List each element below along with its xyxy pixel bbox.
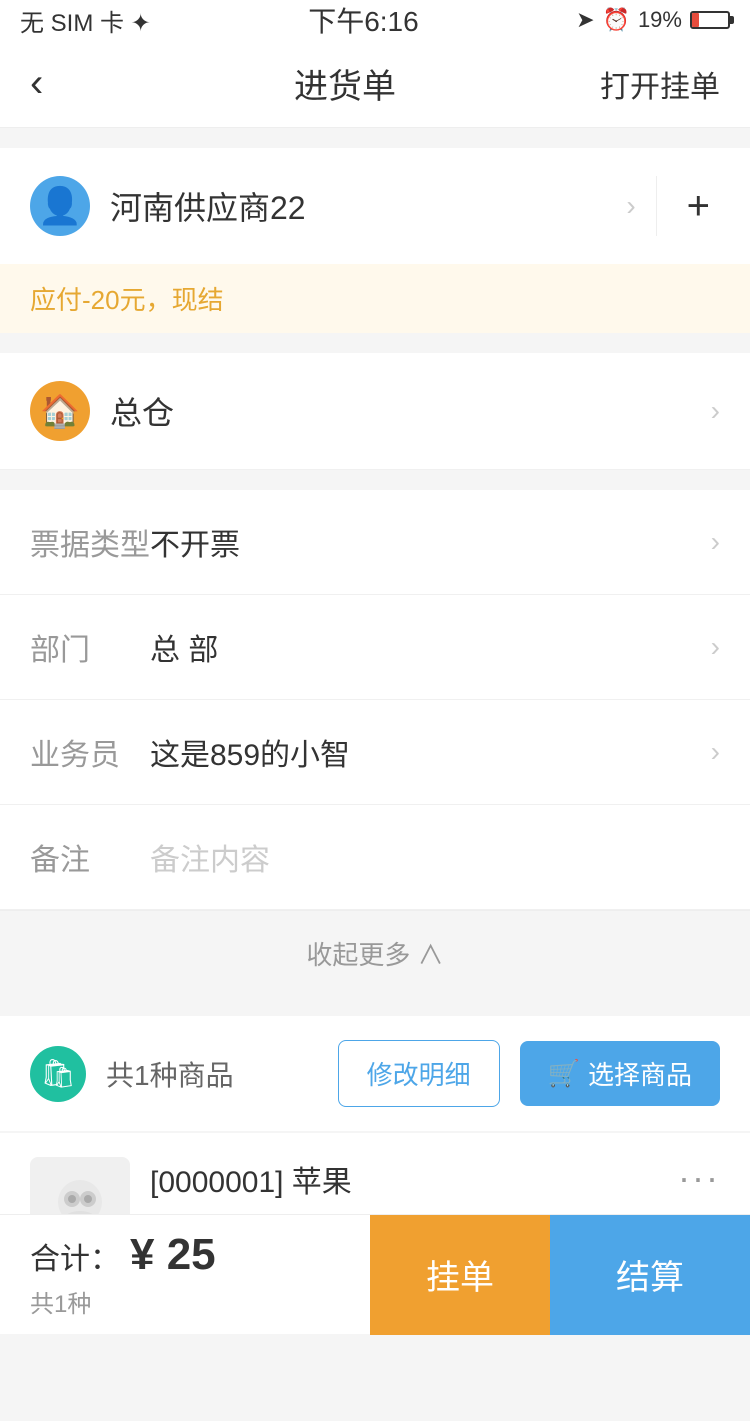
status-left: 无 SIM 卡 ✦: [20, 3, 151, 38]
warehouse-icon: 🏠: [40, 392, 80, 430]
avatar-icon: 👤: [38, 185, 83, 227]
page-title: 进货单: [294, 59, 396, 108]
supplier-row[interactable]: 👤 河南供应商22 › +: [0, 148, 750, 264]
edit-detail-button[interactable]: 修改明细: [338, 1040, 500, 1107]
total-main: 合计： ¥ 25: [30, 1230, 340, 1280]
avatar: 👤: [30, 176, 90, 236]
checkout-button[interactable]: 结算: [550, 1215, 750, 1335]
salesperson-row[interactable]: 业务员 这是859的小智 ›: [0, 700, 750, 805]
product-icon: 🛍: [30, 1046, 86, 1102]
vertical-divider: [656, 176, 657, 236]
total-sub: 共1种: [30, 1284, 340, 1319]
collapse-label: 收起更多 ∧: [306, 935, 443, 972]
select-product-label: 选择商品: [588, 1055, 692, 1092]
department-label: 部门: [30, 625, 150, 669]
supplier-section: 👤 河南供应商22 › + 应付-20元，现结: [0, 148, 750, 333]
warehouse-icon-wrap: 🏠: [30, 381, 90, 441]
notice-bar: 应付-20元，现结: [0, 264, 750, 333]
battery-percent: 19%: [638, 7, 682, 33]
nav-bar: ‹ 进货单 打开挂单: [0, 40, 750, 128]
sim-signal: 无 SIM 卡 ✦: [20, 3, 151, 38]
gap-3: [0, 470, 750, 490]
product-code: [0000001] 苹果: [150, 1166, 352, 1199]
status-time: 下午6:16: [308, 0, 419, 40]
chevron-right-icon: ›: [711, 736, 720, 768]
invoice-type-value: 不开票: [150, 520, 711, 564]
department-row[interactable]: 部门 总 部 ›: [0, 595, 750, 700]
product-name: [0000001] 苹果: [150, 1157, 658, 1201]
collapse-button[interactable]: 收起更多 ∧: [0, 910, 750, 996]
select-product-button[interactable]: 🛒 选择商品: [520, 1041, 720, 1106]
more-button[interactable]: ···: [678, 1157, 720, 1199]
salesperson-value: 这是859的小智: [150, 730, 711, 774]
total-label: 合计：: [30, 1234, 120, 1278]
remark-input[interactable]: 备注内容: [150, 835, 720, 879]
cart-icon: 🛒: [548, 1058, 580, 1089]
chevron-right-icon: ›: [711, 631, 720, 663]
invoice-type-label: 票据类型: [30, 520, 150, 564]
status-bar: 无 SIM 卡 ✦ 下午6:16 ➤ ⏰ 19%: [0, 0, 750, 40]
gap-1: [0, 128, 750, 148]
back-button[interactable]: ‹: [30, 61, 90, 106]
invoice-type-row[interactable]: 票据类型 不开票 ›: [0, 490, 750, 595]
remark-row[interactable]: 备注 备注内容: [0, 805, 750, 910]
add-button[interactable]: +: [677, 184, 720, 229]
hang-button[interactable]: 挂单: [370, 1215, 550, 1335]
chevron-right-icon: ›: [711, 526, 720, 558]
total-amount: ¥ 25: [130, 1230, 216, 1280]
chevron-right-icon: ›: [626, 190, 635, 222]
salesperson-label: 业务员: [30, 730, 150, 774]
alarm-icon: ⏰: [603, 7, 630, 33]
remark-label: 备注: [30, 835, 150, 879]
bag-icon: 🛍: [40, 1057, 76, 1090]
product-count: 共1种商品: [106, 1054, 318, 1094]
supplier-name: 河南供应商22: [110, 183, 626, 229]
status-right: ➤ ⏰ 19%: [576, 7, 730, 33]
department-value: 总 部: [150, 625, 711, 669]
open-hang-button[interactable]: 打开挂单: [600, 62, 720, 106]
product-header: 🛍 共1种商品 修改明细 🛒 选择商品: [0, 1016, 750, 1131]
location-icon: ➤: [576, 7, 594, 33]
chevron-right-icon: ›: [711, 395, 720, 427]
warehouse-row[interactable]: 🏠 总仓 ›: [0, 353, 750, 470]
total-section: 合计： ¥ 25 共1种: [0, 1230, 370, 1319]
warehouse-name: 总仓: [110, 388, 711, 434]
bottom-bar: 合计： ¥ 25 共1种 挂单 结算: [0, 1214, 750, 1334]
gap-2: [0, 333, 750, 353]
battery-icon: [690, 11, 730, 29]
